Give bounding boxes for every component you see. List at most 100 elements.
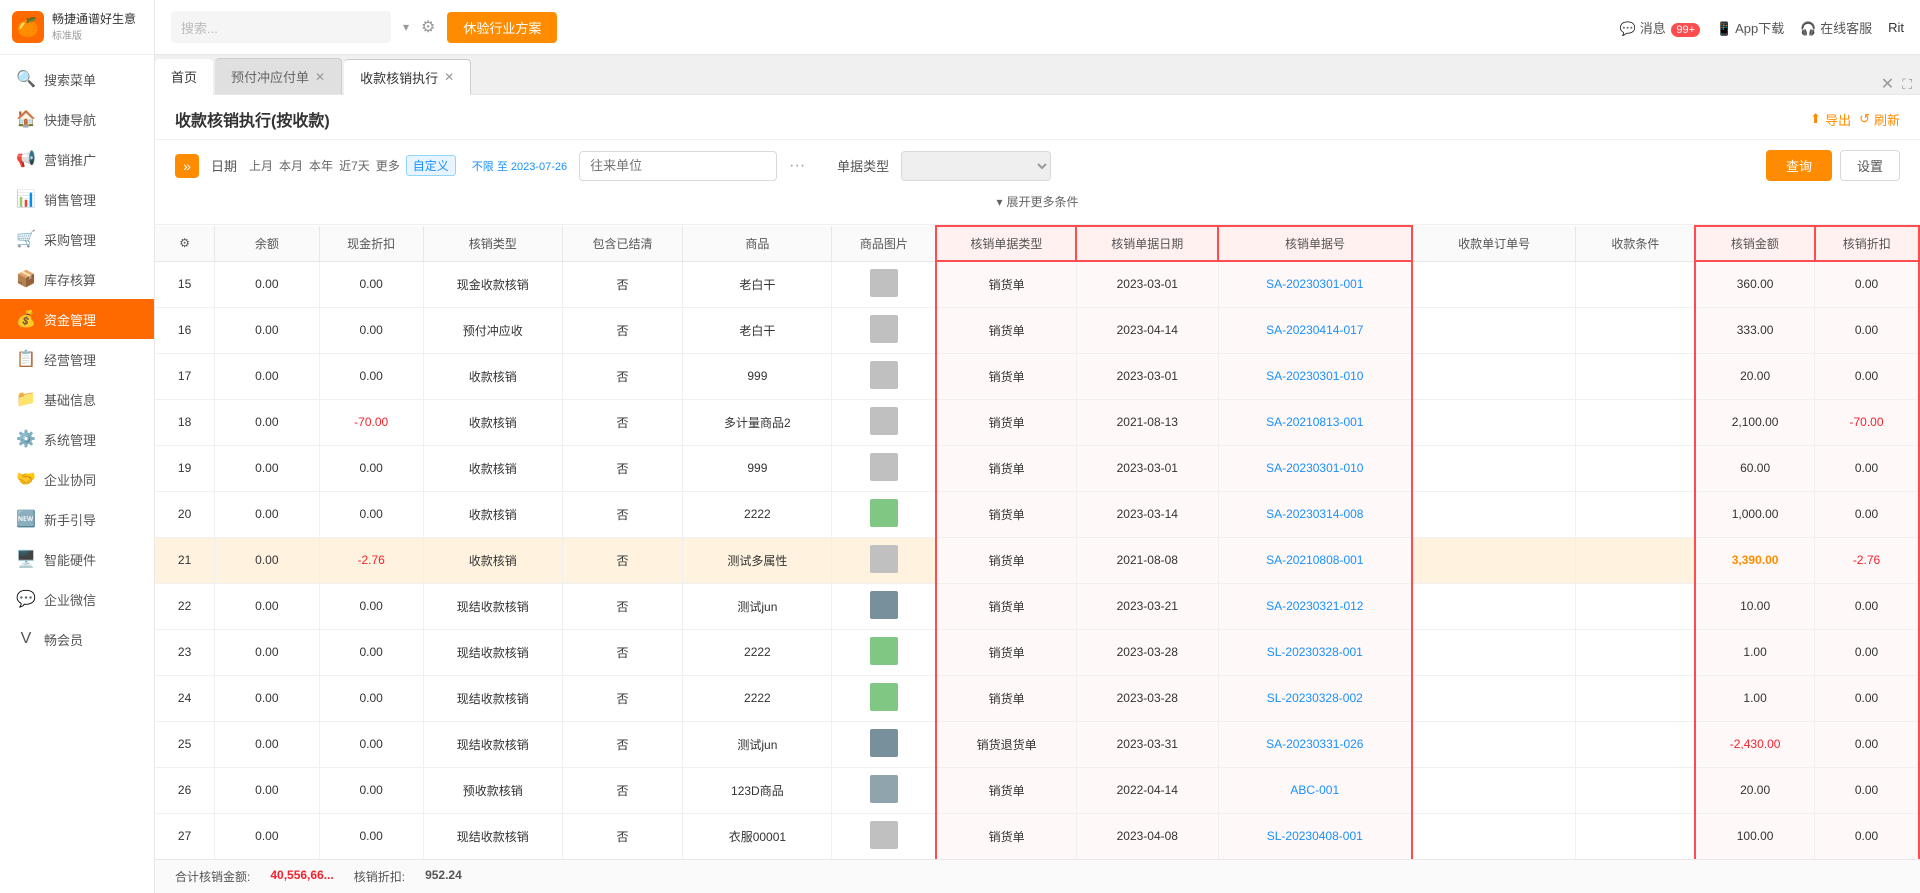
- cell-writeoff-no[interactable]: SA-20230321-012: [1218, 583, 1412, 629]
- sidebar-item-operation[interactable]: 📋经营管理: [0, 339, 154, 379]
- refresh-button[interactable]: ↺ 刷新: [1859, 110, 1900, 129]
- sidebar-item-enterprise[interactable]: 🤝企业协同: [0, 459, 154, 499]
- cell-contains: 否: [562, 261, 683, 307]
- operation-icon: 📋: [16, 349, 36, 369]
- cell-goods-img: [832, 813, 936, 859]
- tab-home[interactable]: 首页: [155, 59, 213, 95]
- cell-contains: 否: [562, 307, 683, 353]
- cell-writeoff-no[interactable]: SL-20230328-002: [1218, 675, 1412, 721]
- close-icon[interactable]: ✕: [315, 70, 325, 84]
- cell-writeoff-doc-type: 销货单: [936, 399, 1076, 445]
- cell-writeoff-no[interactable]: SA-20210813-001: [1218, 399, 1412, 445]
- date-opt-7days[interactable]: 近7天: [339, 157, 370, 174]
- close-icon-active[interactable]: ✕: [444, 70, 454, 84]
- col-header-writeoff-no: 核销单据号: [1218, 226, 1412, 261]
- date-opt-custom[interactable]: 自定义: [406, 155, 456, 176]
- sidebar-item-search[interactable]: 🔍搜索菜单: [0, 59, 154, 99]
- sidebar-item-label-system: 系统管理: [44, 430, 96, 449]
- table-row: 19 0.00 0.00 收款核销 否 999 销货单 2023-03-01 S…: [155, 445, 1919, 491]
- setting-button[interactable]: 设置: [1840, 150, 1900, 181]
- col-header-contains: 包含已结清: [562, 226, 683, 261]
- sidebar-item-marketing[interactable]: 📢营销推广: [0, 139, 154, 179]
- topbar-search[interactable]: 搜索...: [171, 11, 391, 43]
- cell-receipt-cond: [1576, 721, 1695, 767]
- cell-receipt-cond: [1576, 353, 1695, 399]
- partner-input[interactable]: [579, 151, 777, 181]
- sidebar-item-guide[interactable]: 🆕新手引导: [0, 499, 154, 539]
- cell-goods: 2222: [683, 629, 832, 675]
- solution-button[interactable]: 休验行业方案: [447, 12, 557, 43]
- sidebar-item-sales[interactable]: 📊销售管理: [0, 179, 154, 219]
- cell-writeoff-discount: 0.00: [1815, 629, 1920, 675]
- cell-writeoff-amount: 10.00: [1695, 583, 1814, 629]
- cell-writeoff-date: 2021-08-08: [1076, 537, 1218, 583]
- date-opt-more[interactable]: 更多: [376, 157, 400, 174]
- filter-bar: » 日期 上月 本月 本年 近7天 更多 自定义 不限 至 2023-07-26…: [155, 140, 1920, 225]
- sidebar-item-label-funds: 资金管理: [44, 310, 96, 329]
- single-type-select[interactable]: [901, 151, 1051, 181]
- guide-icon: 🆕: [16, 509, 36, 529]
- tab-prepay[interactable]: 预付冲应付单 ✕: [215, 58, 342, 94]
- dropdown-chevron-icon[interactable]: ▾: [403, 20, 409, 34]
- cell-receipt-cond: [1576, 813, 1695, 859]
- cell-writeoff-date: 2021-08-13: [1076, 399, 1218, 445]
- cell-writeoff-date: 2023-03-31: [1076, 721, 1218, 767]
- cell-writeoff-discount: 0.00: [1815, 767, 1920, 813]
- cell-writeoff-no[interactable]: SA-20230414-017: [1218, 307, 1412, 353]
- user-name[interactable]: Rit: [1888, 20, 1904, 35]
- expand-more-button[interactable]: ▾ 展开更多条件: [175, 189, 1900, 214]
- expand-window-icon[interactable]: ⛶: [1902, 76, 1912, 93]
- query-button[interactable]: 查询: [1766, 150, 1832, 181]
- cell-writeoff-no[interactable]: ABC-001: [1218, 767, 1412, 813]
- sidebar-item-label-basic: 基础信息: [44, 390, 96, 409]
- sidebar-item-wechat[interactable]: 💬企业微信: [0, 579, 154, 619]
- cell-receipt-order-no: [1412, 675, 1576, 721]
- cell-no: 15: [155, 261, 215, 307]
- date-opt-last-month[interactable]: 上月: [249, 157, 273, 174]
- search-icon: 🔍: [16, 69, 36, 89]
- cell-balance: 0.00: [215, 353, 319, 399]
- cell-no: 26: [155, 767, 215, 813]
- expand-more-label: 展开更多条件: [1007, 193, 1079, 210]
- online-service[interactable]: 🎧 在线客服: [1800, 18, 1872, 37]
- gear-icon[interactable]: ⚙: [421, 17, 435, 37]
- close-all-icon[interactable]: ✕: [1881, 74, 1894, 94]
- cell-receipt-order-no: [1412, 767, 1576, 813]
- table-row: 20 0.00 0.00 收款核销 否 2222 销货单 2023-03-14 …: [155, 491, 1919, 537]
- partner-dots-icon[interactable]: ···: [789, 157, 805, 175]
- cell-writeoff-no[interactable]: SA-20210808-001: [1218, 537, 1412, 583]
- cell-writeoff-no[interactable]: SA-20230314-008: [1218, 491, 1412, 537]
- filter-expand-button[interactable]: »: [175, 154, 199, 178]
- sidebar-item-basic[interactable]: 📁基础信息: [0, 379, 154, 419]
- cell-writeoff-no[interactable]: SL-20230328-001: [1218, 629, 1412, 675]
- app-download[interactable]: 📱 App下载: [1716, 18, 1784, 37]
- date-opt-this-year[interactable]: 本年: [309, 157, 333, 174]
- sidebar-item-inventory[interactable]: 📦库存核算: [0, 259, 154, 299]
- cell-writeoff-date: 2023-03-28: [1076, 675, 1218, 721]
- date-opt-this-month[interactable]: 本月: [279, 157, 303, 174]
- date-label: 日期: [211, 156, 237, 175]
- sidebar-item-system[interactable]: ⚙️系统管理: [0, 419, 154, 459]
- cell-writeoff-no[interactable]: SL-20230408-001: [1218, 813, 1412, 859]
- sidebar-item-quicknav[interactable]: 🏠快捷导航: [0, 99, 154, 139]
- cell-writeoff-no[interactable]: SA-20230331-026: [1218, 721, 1412, 767]
- table-row: 24 0.00 0.00 现结收款核销 否 2222 销货单 2023-03-2…: [155, 675, 1919, 721]
- cell-writeoff-no[interactable]: SA-20230301-010: [1218, 353, 1412, 399]
- cell-writeoff-date: 2023-03-01: [1076, 353, 1218, 399]
- cell-balance: 0.00: [215, 675, 319, 721]
- export-button[interactable]: ⬆ 导出: [1810, 110, 1851, 129]
- sidebar-item-purchase[interactable]: 🛒采购管理: [0, 219, 154, 259]
- sidebar-item-funds[interactable]: 💰资金管理: [0, 299, 154, 339]
- cell-contains: 否: [562, 491, 683, 537]
- logo-icon: 🍊: [12, 11, 44, 43]
- cell-writeoff-date: 2023-03-28: [1076, 629, 1218, 675]
- sidebar-item-member[interactable]: V畅会员: [0, 619, 154, 659]
- message-section[interactable]: 💬 消息 99+: [1620, 18, 1700, 37]
- cell-writeoff-date: 2023-04-08: [1076, 813, 1218, 859]
- cell-writeoff-no[interactable]: SA-20230301-010: [1218, 445, 1412, 491]
- tab-writeoff[interactable]: 收款核销执行 ✕: [344, 59, 471, 95]
- cell-writeoff-date: 2023-03-01: [1076, 445, 1218, 491]
- cell-writeoff-no[interactable]: SA-20230301-001: [1218, 261, 1412, 307]
- sidebar-item-label-inventory: 库存核算: [44, 270, 96, 289]
- sidebar-item-hardware[interactable]: 🖥️智能硬件: [0, 539, 154, 579]
